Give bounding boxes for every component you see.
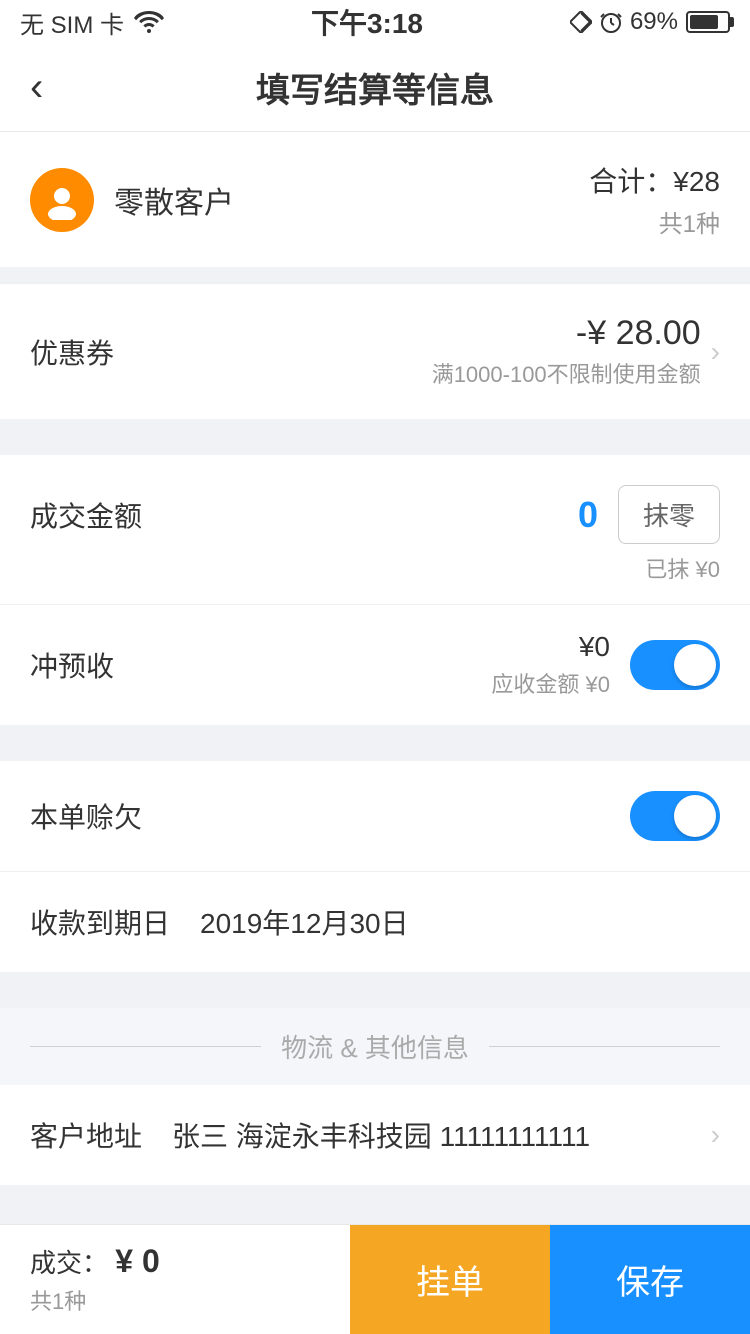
logistics-divider: 物流 & 其他信息: [0, 1008, 750, 1085]
status-bar-right: 69%: [570, 8, 730, 36]
due-date: 2019年12月30日: [200, 902, 409, 942]
amount-value: 0: [578, 494, 598, 536]
avatar: [30, 168, 94, 232]
due-date-row: 收款到期日 2019年12月30日: [0, 871, 750, 972]
address-card: 客户地址 张三 海淀永丰科技园 11111111111 ›: [0, 1085, 750, 1185]
prepaid-card: 冲预收 ¥0 应收金额 ¥0: [0, 604, 750, 725]
amount-label: 成交金额: [30, 495, 142, 535]
bottom-deal: 成交： ¥ 0: [30, 1243, 320, 1280]
customer-name: 零散客户: [114, 178, 234, 222]
customer-right: 合计：¥28 共1种: [589, 160, 720, 239]
hang-button[interactable]: 挂单: [350, 1225, 550, 1334]
nav-bar: ‹ 填写结算等信息: [0, 44, 750, 132]
page-title: 填写结算等信息: [256, 63, 494, 112]
bottom-info: 成交： ¥ 0 共1种: [0, 1243, 350, 1316]
amount-right-group: 0 抹零: [578, 485, 720, 544]
due-label: 收款到期日: [30, 902, 170, 942]
coupon-chevron-icon: ›: [711, 336, 720, 368]
customer-left: 零散客户: [30, 168, 234, 232]
bottom-count: 共1种: [30, 1284, 320, 1316]
prepaid-right: ¥0 应收金额 ¥0: [491, 631, 720, 699]
amount-section: 成交金额 0 抹零 已抹 ¥0: [0, 455, 750, 604]
bottom-deal-label: 成交：: [30, 1248, 108, 1278]
amount-sub: 已抹 ¥0: [645, 557, 720, 582]
debt-toggle-thumb: [674, 795, 716, 837]
amount-sub-row: 已抹 ¥0: [30, 552, 720, 584]
address-row[interactable]: 客户地址 张三 海淀永丰科技园 11111111111 ›: [0, 1085, 750, 1185]
total-price: 合计：¥28: [589, 160, 720, 200]
prepaid-values: ¥0 应收金额 ¥0: [491, 631, 610, 699]
content: 零散客户 合计：¥28 共1种 优惠券 -¥ 28.00 满1000-100不限…: [0, 132, 750, 1321]
status-time: 下午3:18: [311, 2, 423, 42]
amount-row: 成交金额 0 抹零: [30, 485, 720, 544]
total-count: 共1种: [589, 204, 720, 239]
address-value: 张三 海淀永丰科技园 11111111111: [172, 1115, 681, 1155]
divider-line-right: [489, 1046, 720, 1047]
status-bar-left: 无 SIM 卡: [20, 5, 164, 40]
wifi-icon: [134, 11, 164, 33]
save-button[interactable]: 保存: [550, 1225, 750, 1334]
debt-label: 本单赊欠: [30, 796, 142, 836]
status-bar: 无 SIM 卡 下午3:18 69%: [0, 0, 750, 44]
battery-icon: [686, 11, 730, 33]
prepaid-row: 冲预收 ¥0 应收金额 ¥0: [0, 604, 750, 725]
debt-toggle[interactable]: [630, 791, 720, 841]
debt-row: 本单赊欠: [0, 761, 750, 871]
toggle-thumb: [674, 644, 716, 686]
coupon-desc: 满1000-100不限制使用金额: [432, 357, 701, 389]
customer-row: 零散客户 合计：¥28 共1种: [0, 132, 750, 267]
section-divider-3: [0, 988, 750, 1008]
location-icon: [570, 11, 592, 33]
coupon-right: -¥ 28.00 满1000-100不限制使用金额 ›: [432, 314, 720, 389]
prepaid-main: ¥0: [491, 631, 610, 663]
alarm-icon: [600, 11, 622, 33]
coupon-row[interactable]: 优惠券 -¥ 28.00 满1000-100不限制使用金额 ›: [0, 283, 750, 419]
sim-status: 无 SIM 卡: [20, 5, 124, 40]
prepaid-toggle[interactable]: [630, 640, 720, 690]
coupon-info: -¥ 28.00 满1000-100不限制使用金额: [432, 314, 701, 389]
customer-card: 零散客户 合计：¥28 共1种: [0, 132, 750, 267]
section-divider-2: [0, 741, 750, 761]
section-divider-1: [0, 435, 750, 455]
back-button[interactable]: ‹: [30, 65, 43, 110]
address-chevron-icon: ›: [711, 1119, 720, 1151]
prepaid-label: 冲预收: [30, 645, 114, 685]
debt-card: 本单赊欠 收款到期日 2019年12月30日: [0, 761, 750, 972]
coupon-label: 优惠券: [30, 332, 114, 372]
bottom-bar: 成交： ¥ 0 共1种 挂单 保存: [0, 1224, 750, 1334]
bottom-deal-amount: ¥ 0: [115, 1243, 159, 1279]
address-label: 客户地址: [30, 1115, 142, 1155]
prepaid-sub: 应收金额 ¥0: [491, 667, 610, 699]
coupon-discount: -¥ 28.00: [432, 314, 701, 353]
logistics-text: 物流 & 其他信息: [281, 1028, 469, 1065]
divider-line-left: [30, 1046, 261, 1047]
round-button[interactable]: 抹零: [618, 485, 720, 544]
battery-percent: 69%: [630, 8, 678, 36]
coupon-card: 优惠券 -¥ 28.00 满1000-100不限制使用金额 ›: [0, 283, 750, 419]
